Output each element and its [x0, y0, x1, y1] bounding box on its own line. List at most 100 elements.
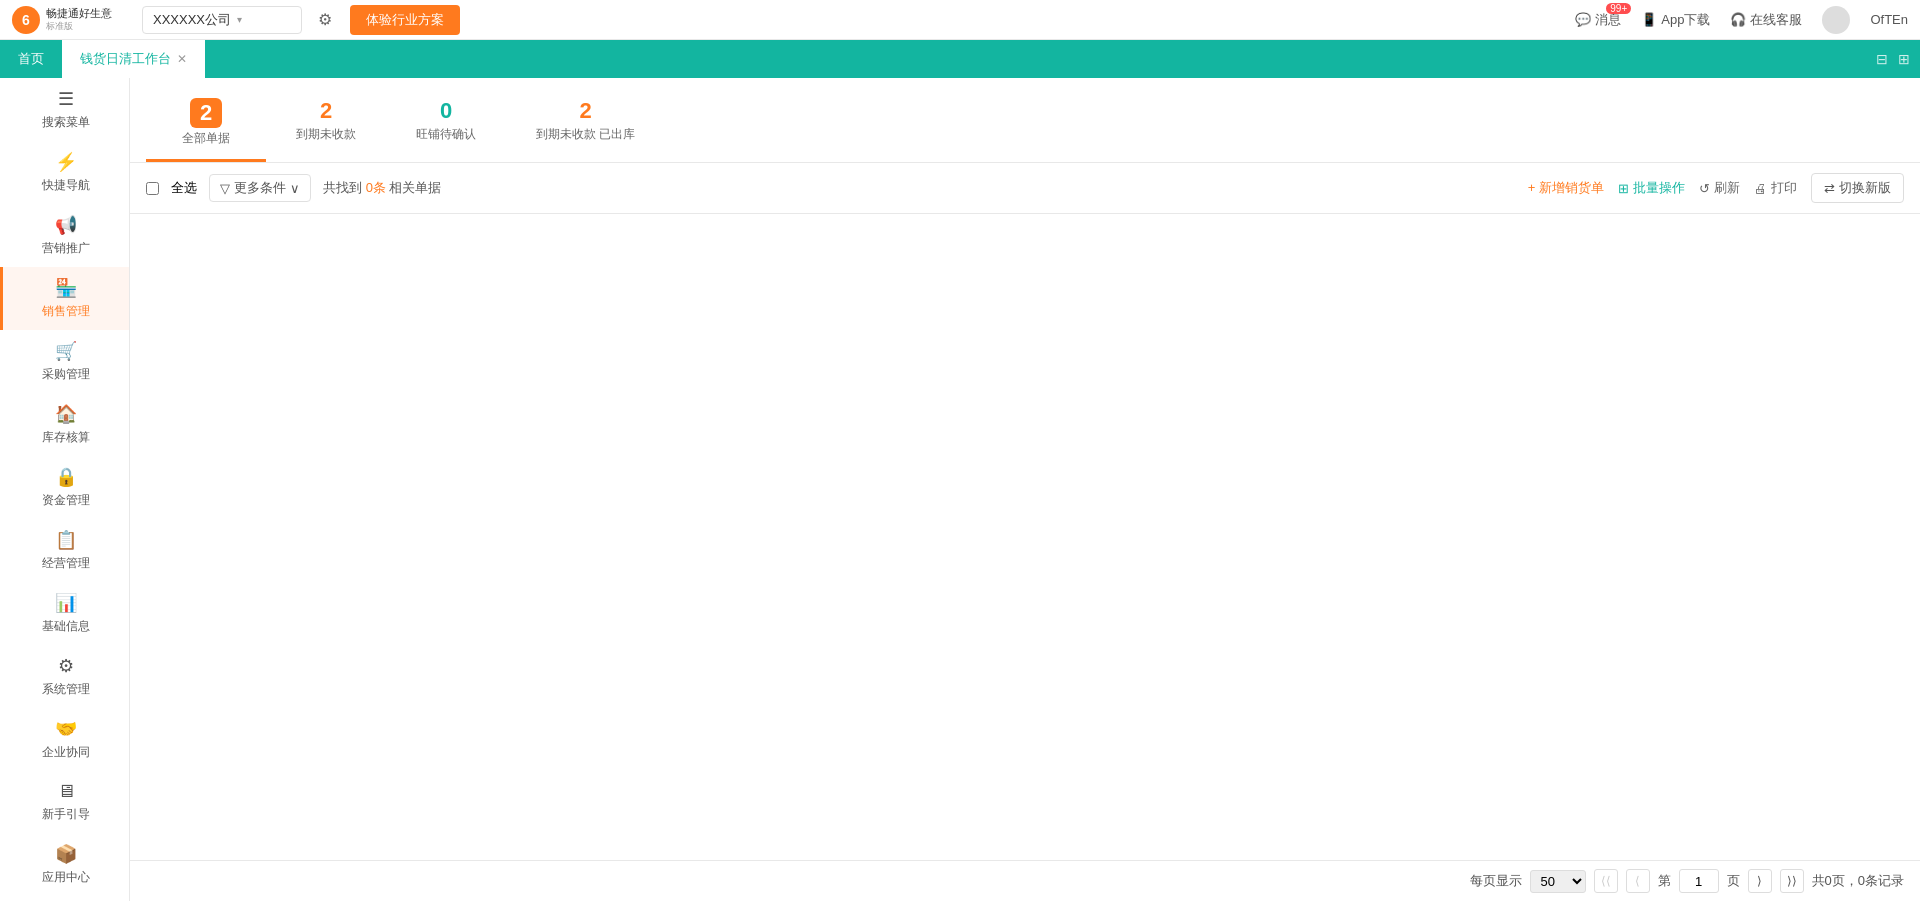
company-name: XXXXXX公司 [153, 11, 231, 29]
total-text: 共0页，0条记录 [1812, 872, 1904, 890]
logo-sub: 标准版 [46, 20, 112, 33]
sidebar-label-basic-info: 基础信息 [42, 618, 90, 635]
app-center-icon: 📦 [55, 843, 77, 865]
sidebar-label-search-menu: 搜索菜单 [42, 114, 90, 131]
print-icon: 🖨 [1754, 181, 1767, 196]
last-page-button[interactable]: ⟩⟩ [1780, 869, 1804, 893]
next-page-button[interactable]: ⟩ [1748, 869, 1772, 893]
sidebar-item-system[interactable]: ⚙ 系统管理 [0, 645, 129, 708]
operations-icon: 📋 [55, 529, 77, 551]
message-button[interactable]: 💬 消息 99+ [1575, 11, 1621, 29]
tab-bar: 首页 钱货日清工作台 ✕ ⊟ ⊞ [0, 40, 1920, 78]
sidebar-label-newbie: 新手引导 [42, 806, 90, 823]
sidebar-item-enterprise[interactable]: 🤝 企业协同 [0, 708, 129, 771]
settings-button[interactable]: ⚙ [310, 5, 340, 35]
stats-tabs: 2 全部单据 2 到期未收款 0 旺铺待确认 2 到期未收款 已出库 [130, 78, 1920, 163]
trial-button[interactable]: 体验行业方案 [350, 5, 460, 35]
content-area: 2 全部单据 2 到期未收款 0 旺铺待确认 2 到期未收款 已出库 全选 ▽ … [130, 78, 1920, 901]
sidebar-item-quick-nav[interactable]: ⚡ 快捷导航 [0, 141, 129, 204]
pagination: 每页显示 50 100 200 ⟨⟨ ⟨ 第 页 ⟩ ⟩⟩ 共0页，0条记录 [130, 860, 1920, 901]
first-page-button[interactable]: ⟨⟨ [1594, 869, 1618, 893]
sidebar-item-enterprise-wechat[interactable]: 💬 企业微信 [0, 896, 129, 901]
page-suffix: 页 [1727, 872, 1740, 890]
search-menu-icon: ☰ [58, 88, 74, 110]
headset-icon: 🎧 [1730, 12, 1746, 27]
minimize-icon[interactable]: ⊟ [1876, 51, 1888, 67]
sidebar-item-inventory[interactable]: 🏠 库存核算 [0, 393, 129, 456]
sidebar-item-newbie[interactable]: 🖥 新手引导 [0, 771, 129, 833]
sidebar-item-basic-info[interactable]: 📊 基础信息 [0, 582, 129, 645]
chevron-down-filter-icon: ∨ [290, 181, 300, 196]
company-selector[interactable]: XXXXXX公司 ▾ [142, 6, 302, 34]
header-right: 💬 消息 99+ 📱 App下载 🎧 在线客服 OfTEn [1575, 6, 1908, 34]
app-download-button[interactable]: 📱 App下载 [1641, 11, 1710, 29]
refresh-button[interactable]: ↺ 刷新 [1699, 179, 1740, 197]
sidebar-label-system: 系统管理 [42, 681, 90, 698]
maximize-icon[interactable]: ⊞ [1898, 51, 1910, 67]
per-page-select[interactable]: 50 100 200 [1530, 870, 1586, 893]
stat-num-overdue: 2 [320, 98, 332, 124]
page-input[interactable] [1679, 869, 1719, 893]
marketing-icon: 📢 [55, 214, 77, 236]
stat-num-overdue-out: 2 [580, 98, 592, 124]
tab-close-icon[interactable]: ✕ [177, 52, 187, 66]
stat-tab-overdue[interactable]: 2 到期未收款 [266, 90, 386, 162]
sidebar-label-inventory: 库存核算 [42, 429, 90, 446]
username: OfTEn [1870, 12, 1908, 27]
stat-label-overdue: 到期未收款 [296, 126, 356, 143]
per-page-label: 每页显示 [1470, 872, 1522, 890]
toolbar-right: + 新增销货单 ⊞ 批量操作 ↺ 刷新 🖨 打印 ⇄ 切换新版 [1528, 173, 1904, 203]
avatar[interactable] [1822, 6, 1850, 34]
sidebar-item-marketing[interactable]: 📢 营销推广 [0, 204, 129, 267]
select-all-checkbox[interactable] [146, 182, 159, 195]
sidebar-label-operations: 经营管理 [42, 555, 90, 572]
sidebar-label-app-center: 应用中心 [42, 869, 90, 886]
stat-label-pending: 旺铺待确认 [416, 126, 476, 143]
filter-button[interactable]: ▽ 更多条件 ∨ [209, 174, 311, 202]
finance-icon: 🔒 [55, 466, 77, 488]
inventory-icon: 🏠 [55, 403, 77, 425]
sidebar-label-sales: 销售管理 [42, 303, 90, 320]
sidebar-item-finance[interactable]: 🔒 资金管理 [0, 456, 129, 519]
online-service-label: 在线客服 [1750, 11, 1802, 29]
print-button[interactable]: 🖨 打印 [1754, 179, 1797, 197]
sidebar-label-finance: 资金管理 [42, 492, 90, 509]
system-icon: ⚙ [58, 655, 74, 677]
tab-cashflow[interactable]: 钱货日清工作台 ✕ [62, 40, 205, 78]
top-header: 6 畅捷通好生意 标准版 XXXXXX公司 ▾ ⚙ 体验行业方案 💬 消息 99… [0, 0, 1920, 40]
tab-actions: ⊟ ⊞ [1876, 51, 1920, 67]
logo-area: 6 畅捷通好生意 标准版 [12, 6, 142, 34]
sidebar-item-search-menu[interactable]: ☰ 搜索菜单 [0, 78, 129, 141]
newbie-icon: 🖥 [57, 781, 75, 802]
filter-icon: ▽ [220, 181, 230, 196]
stat-tab-overdue-out[interactable]: 2 到期未收款 已出库 [506, 90, 665, 162]
stat-tab-all[interactable]: 2 全部单据 [146, 90, 266, 162]
add-sales-order-button[interactable]: + 新增销货单 [1528, 179, 1604, 197]
batch-operation-button[interactable]: ⊞ 批量操作 [1618, 179, 1685, 197]
table-area [130, 214, 1920, 860]
sidebar-item-purchase[interactable]: 🛒 采购管理 [0, 330, 129, 393]
toolbar: 全选 ▽ 更多条件 ∨ 共找到 0条 相关单据 + 新增销货单 ⊞ 批量操作 ↺ [130, 163, 1920, 214]
sidebar-item-app-center[interactable]: 📦 应用中心 [0, 833, 129, 896]
sidebar-label-purchase: 采购管理 [42, 366, 90, 383]
stat-tab-pending[interactable]: 0 旺铺待确认 [386, 90, 506, 162]
online-service-button[interactable]: 🎧 在线客服 [1730, 11, 1802, 29]
switch-new-version-button[interactable]: ⇄ 切换新版 [1811, 173, 1904, 203]
stat-label-overdue-out: 到期未收款 已出库 [536, 126, 635, 143]
refresh-icon: ↺ [1699, 181, 1710, 196]
sidebar-item-sales[interactable]: 🏪 销售管理 [0, 267, 129, 330]
switch-icon: ⇄ [1824, 181, 1835, 196]
batch-icon: ⊞ [1618, 181, 1629, 196]
found-count: 0条 [366, 180, 386, 195]
enterprise-icon: 🤝 [55, 718, 77, 740]
stat-num-pending: 0 [440, 98, 452, 124]
sidebar-item-operations[interactable]: 📋 经营管理 [0, 519, 129, 582]
sidebar: ☰ 搜索菜单 ⚡ 快捷导航 📢 营销推广 🏪 销售管理 🛒 采购管理 🏠 库存核… [0, 78, 130, 901]
sales-icon: 🏪 [55, 277, 77, 299]
prev-page-button[interactable]: ⟨ [1626, 869, 1650, 893]
select-all-label: 全选 [171, 179, 197, 197]
message-badge: 99+ [1606, 3, 1631, 14]
sidebar-label-quick-nav: 快捷导航 [42, 177, 90, 194]
sidebar-label-enterprise: 企业协同 [42, 744, 90, 761]
tab-home[interactable]: 首页 [0, 40, 62, 78]
